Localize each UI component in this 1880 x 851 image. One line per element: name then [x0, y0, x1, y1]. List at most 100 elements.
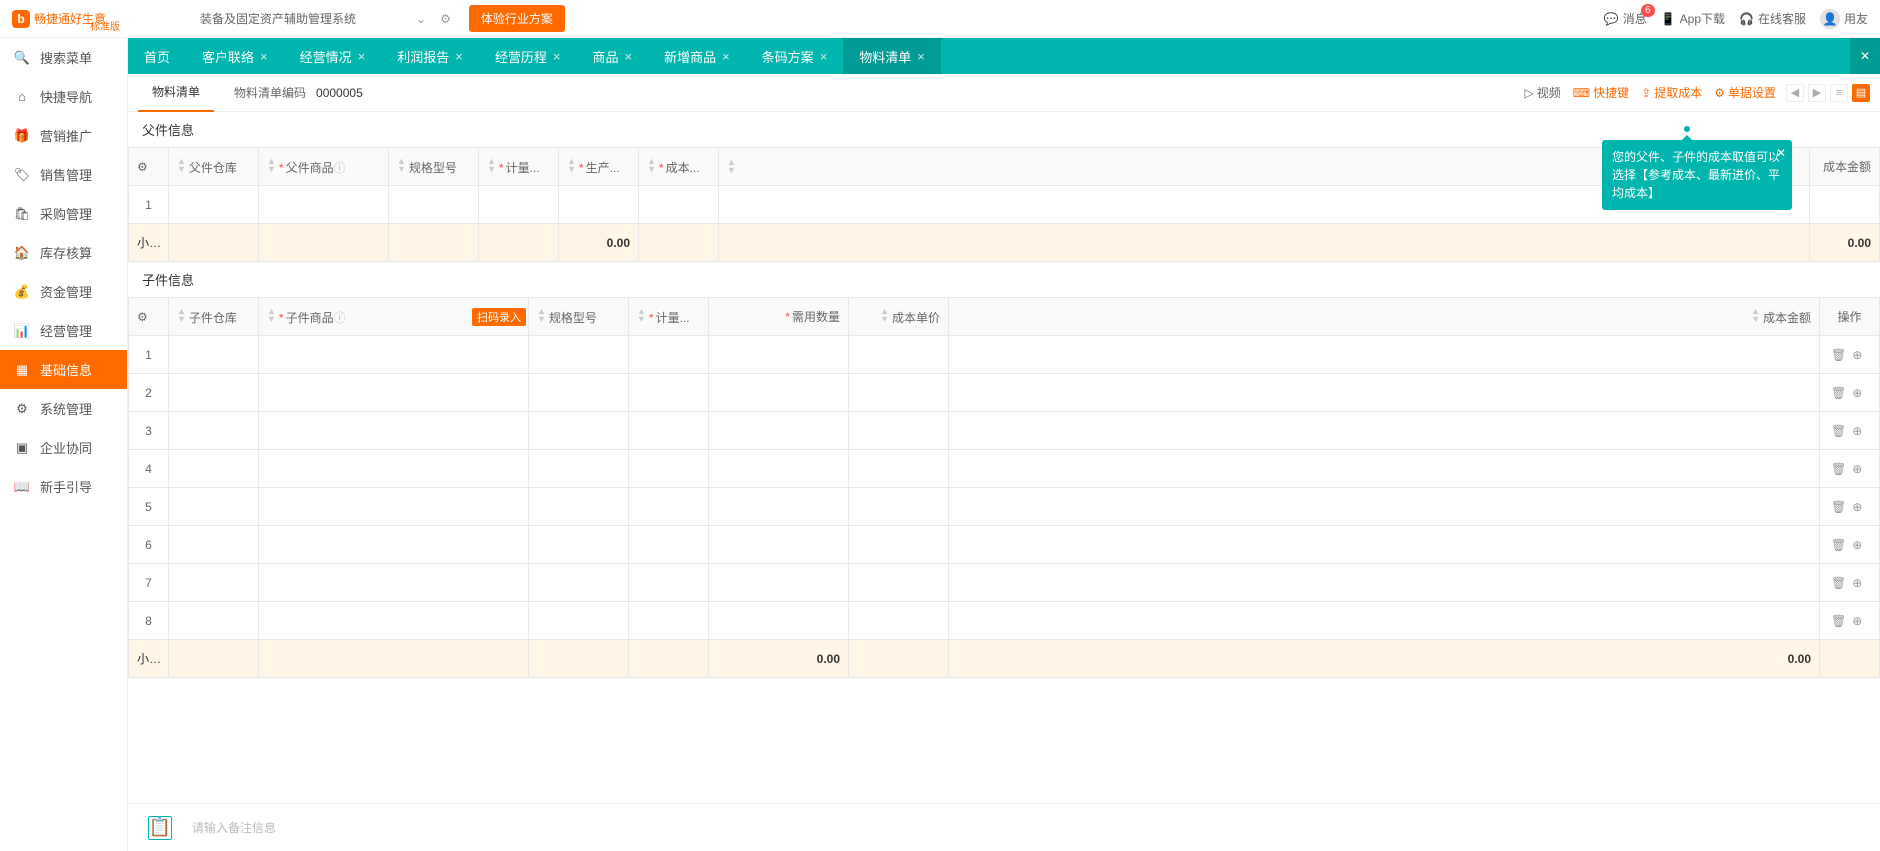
system-selector[interactable]: 装备及固定资产辅助管理系统 ⌄ — [200, 10, 426, 27]
shortcut-button[interactable]: ⌨快捷键 — [1573, 84, 1629, 101]
parent-cost-header[interactable]: ▲▼*成本... — [639, 148, 719, 186]
gear-column-header[interactable]: ⚙ — [129, 298, 169, 336]
app-download-button[interactable]: 📱 App下载 — [1661, 10, 1725, 27]
child-spec-header[interactable]: ▲▼规格型号 — [529, 298, 629, 336]
tab-6[interactable]: 新增商品× — [648, 38, 746, 74]
child-warehouse-header[interactable]: ▲▼子件仓库 — [169, 298, 259, 336]
tab-close-icon[interactable]: × — [917, 49, 925, 64]
tab-1[interactable]: 客户联络× — [186, 38, 284, 74]
child-product-header[interactable]: ▲▼*子件商品ⓘ扫码录入 — [259, 298, 529, 336]
sidebar-item-6[interactable]: 💰资金管理 — [0, 272, 127, 311]
table-row[interactable]: 6🗑⊕ — [129, 526, 1880, 564]
delete-row-icon[interactable]: 🗑 — [1831, 614, 1846, 628]
sidebar-icon: 🏷 — [14, 167, 30, 183]
tooltip-close-button[interactable]: ✕ — [1776, 144, 1786, 162]
sidebar-item-10[interactable]: ▣企业协同 — [0, 428, 127, 467]
online-service-button[interactable]: 🎧 在线客服 — [1739, 10, 1806, 27]
doc-settings-button[interactable]: ⚙单据设置 — [1714, 84, 1776, 101]
delete-row-icon[interactable]: 🗑 — [1831, 500, 1846, 514]
trial-button[interactable]: 体验行业方案 — [469, 5, 565, 32]
table-row[interactable]: 4🗑⊕ — [129, 450, 1880, 488]
note-icon[interactable]: 📋 — [148, 816, 172, 840]
sidebar-item-2[interactable]: 🎁营销推广 — [0, 116, 127, 155]
close-all-tabs-button[interactable]: ✕ — [1850, 38, 1880, 74]
sidebar-item-9[interactable]: ⚙系统管理 — [0, 389, 127, 428]
extract-icon: ⇪ — [1641, 86, 1651, 100]
tab-close-icon[interactable]: × — [820, 49, 828, 64]
sidebar-item-8[interactable]: ▦基础信息 — [0, 350, 127, 389]
tab-8[interactable]: 物料清单× — [843, 38, 941, 74]
extract-cost-button[interactable]: ⇪提取成本 — [1641, 84, 1702, 101]
add-row-icon[interactable]: ⊕ — [1852, 462, 1862, 476]
sidebar-icon: 💰 — [14, 284, 30, 300]
tab-close-icon[interactable]: × — [358, 49, 366, 64]
page-header: 物料清单 物料清单编码 0000005 ▷视频 ⌨快捷键 ⇪提取成本 ⚙单据设置… — [128, 74, 1880, 112]
code-value: 0000005 — [316, 86, 363, 100]
child-cost-amount-header[interactable]: ▲▼成本金额 — [949, 298, 1820, 336]
tab-5[interactable]: 商品× — [576, 38, 648, 74]
logo[interactable]: b 畅捷通好生意 — [12, 10, 140, 28]
parent-qty-header[interactable]: ▲▼*计量... — [479, 148, 559, 186]
parent-warehouse-header[interactable]: ▲▼父件仓库 — [169, 148, 259, 186]
user-menu[interactable]: 👤 用友 — [1820, 9, 1868, 29]
sidebar-item-11[interactable]: 📖新手引导 — [0, 467, 127, 506]
child-qty-header[interactable]: ▲▼*计量... — [629, 298, 709, 336]
add-row-icon[interactable]: ⊕ — [1852, 386, 1862, 400]
delete-row-icon[interactable]: 🗑 — [1831, 576, 1846, 590]
table-row[interactable]: 8🗑⊕ — [129, 602, 1880, 640]
list-view-button[interactable]: ≡ — [1830, 84, 1848, 102]
parent-product-header[interactable]: ▲▼*父件商品ⓘ — [259, 148, 389, 186]
add-row-icon[interactable]: ⊕ — [1852, 424, 1862, 438]
tab-close-icon[interactable]: × — [722, 49, 730, 64]
sidebar-item-0[interactable]: 🔍搜索菜单 — [0, 38, 127, 77]
child-need-qty-header[interactable]: *需用数量 — [709, 298, 849, 336]
tab-close-icon[interactable]: × — [260, 49, 268, 64]
gear-column-header[interactable]: ⚙ — [129, 148, 169, 186]
video-button[interactable]: ▷视频 — [1525, 84, 1561, 101]
table-row[interactable]: 1🗑⊕ — [129, 336, 1880, 374]
sidebar-item-5[interactable]: 🏠库存核算 — [0, 233, 127, 272]
tab-3[interactable]: 利润报告× — [381, 38, 479, 74]
table-row[interactable]: 5🗑⊕ — [129, 488, 1880, 526]
message-icon: 💬 — [1604, 12, 1619, 26]
table-row[interactable]: 3🗑⊕ — [129, 412, 1880, 450]
tab-close-icon[interactable]: × — [553, 49, 561, 64]
sidebar-icon: ▣ — [14, 440, 30, 456]
child-unit-cost-header[interactable]: ▲▼成本单价 — [849, 298, 949, 336]
table-row[interactable]: 7🗑⊕ — [129, 564, 1880, 602]
remark-input[interactable]: 请输入备注信息 — [192, 819, 392, 836]
tab-2[interactable]: 经营情况× — [284, 38, 382, 74]
sidebar-item-3[interactable]: 🏷销售管理 — [0, 155, 127, 194]
sidebar-item-4[interactable]: 🛍采购管理 — [0, 194, 127, 233]
add-row-icon[interactable]: ⊕ — [1852, 500, 1862, 514]
add-row-icon[interactable]: ⊕ — [1852, 348, 1862, 362]
table-row[interactable]: 2🗑⊕ — [129, 374, 1880, 412]
parent-produce-header[interactable]: ▲▼*生产... — [559, 148, 639, 186]
delete-row-icon[interactable]: 🗑 — [1831, 462, 1846, 476]
messages-button[interactable]: 💬 消息 6 — [1604, 10, 1647, 27]
tab-0[interactable]: 首页 — [128, 38, 186, 74]
delete-row-icon[interactable]: 🗑 — [1831, 424, 1846, 438]
topbar: b 畅捷通好生意 标准版 装备及固定资产辅助管理系统 ⌄ ⚙ 体验行业方案 💬 … — [0, 0, 1880, 38]
delete-row-icon[interactable]: 🗑 — [1831, 386, 1846, 400]
parent-spec-header[interactable]: ▲▼规格型号 — [389, 148, 479, 186]
add-row-icon[interactable]: ⊕ — [1852, 614, 1862, 628]
delete-row-icon[interactable]: 🗑 — [1831, 348, 1846, 362]
sidebar-item-1[interactable]: ⌂快捷导航 — [0, 77, 127, 116]
tab-close-icon[interactable]: × — [455, 49, 463, 64]
add-row-icon[interactable]: ⊕ — [1852, 576, 1862, 590]
parent-cost-amount-header[interactable]: 成本金额 — [1810, 148, 1880, 186]
delete-row-icon[interactable]: 🗑 — [1831, 538, 1846, 552]
scan-input-badge[interactable]: 扫码录入 — [472, 308, 526, 326]
tab-close-icon[interactable]: × — [624, 49, 632, 64]
gear-icon[interactable]: ⚙ — [440, 12, 451, 26]
sidebar-item-7[interactable]: 📊经营管理 — [0, 311, 127, 350]
tab-7[interactable]: 条码方案× — [746, 38, 844, 74]
detail-view-button[interactable]: ▤ — [1852, 84, 1870, 102]
next-doc-button[interactable]: ▶ — [1808, 84, 1826, 102]
sidebar-icon: 🔍 — [14, 50, 30, 66]
page-tab-bom[interactable]: 物料清单 — [138, 74, 214, 112]
prev-doc-button[interactable]: ◀ — [1786, 84, 1804, 102]
tab-4[interactable]: 经营历程× — [479, 38, 577, 74]
add-row-icon[interactable]: ⊕ — [1852, 538, 1862, 552]
